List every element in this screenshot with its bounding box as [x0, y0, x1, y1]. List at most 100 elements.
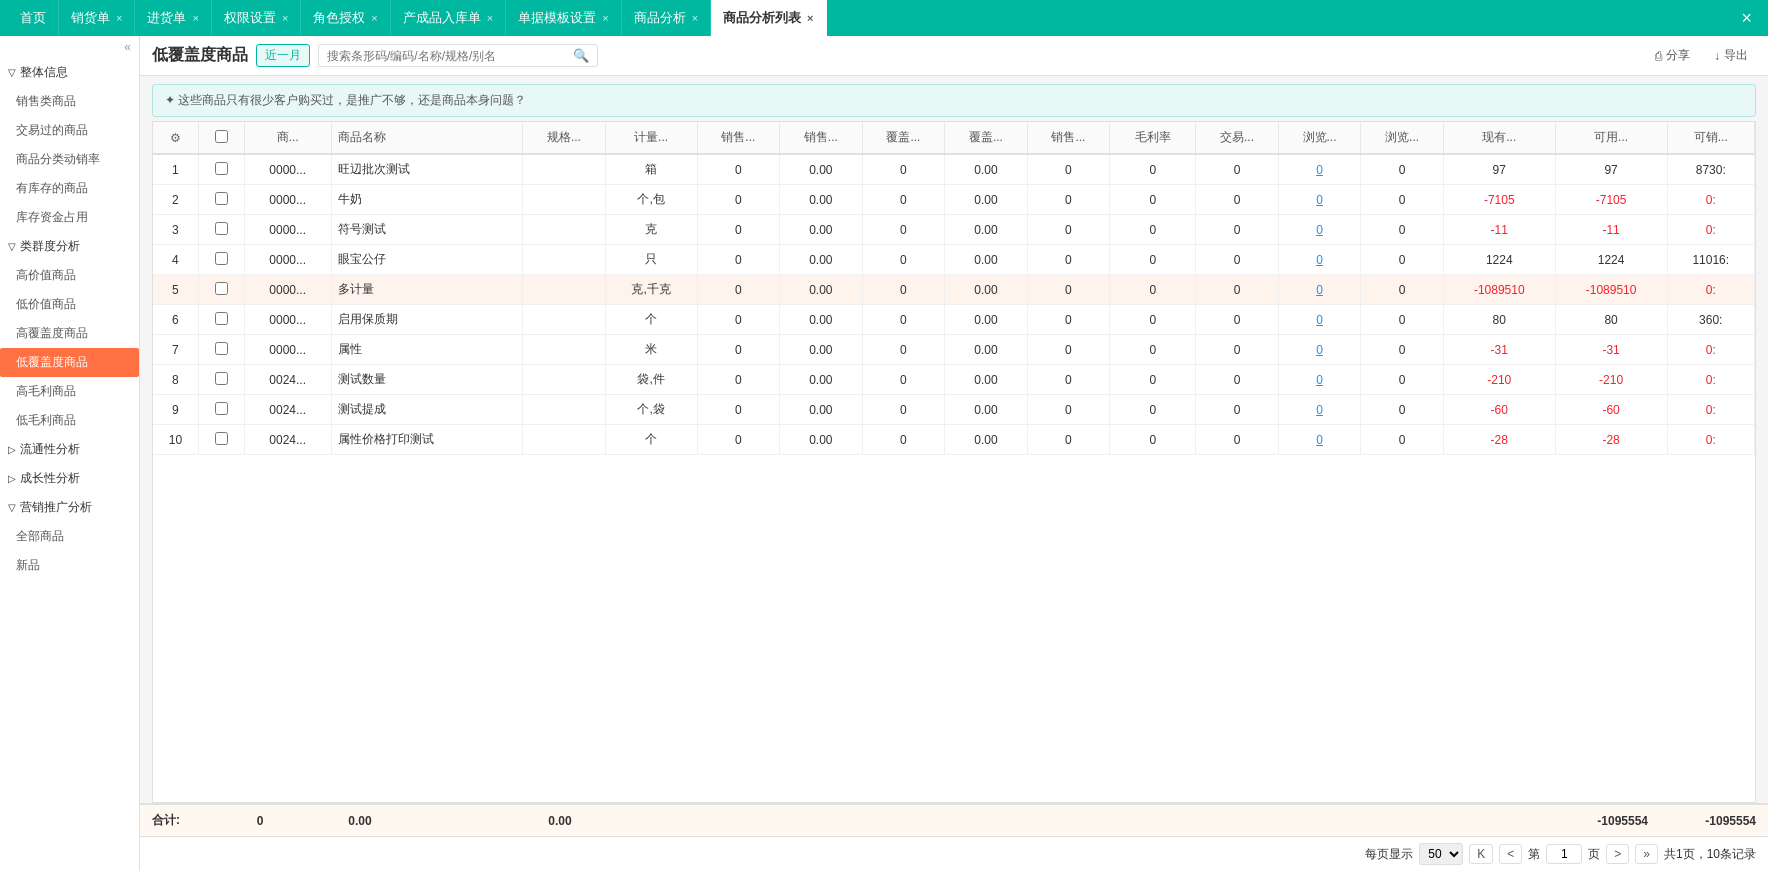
filter-period-button[interactable]: 近一月	[256, 44, 310, 67]
sidebar-item-low-coverage[interactable]: 低覆盖度商品	[0, 348, 139, 377]
cell-checkbox[interactable]	[198, 215, 244, 245]
page-number-input[interactable]	[1546, 844, 1582, 864]
next-page-button[interactable]: >	[1606, 844, 1629, 864]
sidebar-section-growth[interactable]: ▷ 成长性分析	[0, 464, 139, 493]
row-checkbox[interactable]	[215, 402, 228, 415]
sidebar-item-new-products[interactable]: 新品	[0, 551, 139, 580]
row-checkbox[interactable]	[215, 192, 228, 205]
sidebar-section-marketing[interactable]: ▽ 营销推广分析	[0, 493, 139, 522]
cell-browse1[interactable]: 0	[1278, 245, 1361, 275]
page-size-select[interactable]: 50	[1419, 843, 1463, 865]
row-checkbox[interactable]	[215, 252, 228, 265]
th-settings[interactable]: ⚙	[153, 122, 198, 154]
nav-sales[interactable]: 销货单 ×	[59, 0, 135, 36]
nav-finished-goods-close[interactable]: ×	[487, 12, 493, 24]
export-button[interactable]: ↓ 导出	[1706, 44, 1756, 67]
sidebar-item-high-coverage[interactable]: 高覆盖度商品	[0, 319, 139, 348]
th-browse1[interactable]: 浏览...	[1278, 122, 1361, 154]
cell-browse1[interactable]: 0	[1278, 185, 1361, 215]
row-checkbox[interactable]	[215, 372, 228, 385]
th-grossrate[interactable]: 毛利率	[1110, 122, 1196, 154]
nav-template-close[interactable]: ×	[602, 12, 608, 24]
row-checkbox[interactable]	[215, 312, 228, 325]
sidebar-item-category-turnover[interactable]: 商品分类动销率	[0, 145, 139, 174]
row-checkbox[interactable]	[215, 162, 228, 175]
sidebar-section-liquidity[interactable]: ▷ 流通性分析	[0, 435, 139, 464]
sidebar-item-all-products[interactable]: 全部商品	[0, 522, 139, 551]
th-checkbox[interactable]	[198, 122, 244, 154]
cell-browse1[interactable]: 0	[1278, 154, 1361, 185]
sidebar-item-low-margin[interactable]: 低毛利商品	[0, 406, 139, 435]
th-current[interactable]: 现有...	[1443, 122, 1555, 154]
nav-sales-close[interactable]: ×	[116, 12, 122, 24]
cell-transaction: 0	[1196, 305, 1279, 335]
cell-browse1[interactable]: 0	[1278, 335, 1361, 365]
sidebar-section-cluster[interactable]: ▽ 类群度分析	[0, 232, 139, 261]
sidebar-section-general[interactable]: ▽ 整体信息	[0, 58, 139, 87]
nav-home[interactable]: 首页	[8, 0, 59, 36]
nav-roles-close[interactable]: ×	[371, 12, 377, 24]
nav-purchase-close[interactable]: ×	[192, 12, 198, 24]
nav-permissions-close[interactable]: ×	[282, 12, 288, 24]
nav-analysis-list-close[interactable]: ×	[807, 12, 813, 24]
th-available[interactable]: 可用...	[1555, 122, 1667, 154]
prev-page-button[interactable]: <	[1499, 844, 1522, 864]
sidebar-item-high-margin[interactable]: 高毛利商品	[0, 377, 139, 406]
first-page-button[interactable]: K	[1469, 844, 1493, 864]
share-button[interactable]: ⎙ 分享	[1647, 44, 1698, 67]
th-sales1[interactable]: 销售...	[697, 122, 780, 154]
th-unit[interactable]: 计量...	[605, 122, 697, 154]
cell-checkbox[interactable]	[198, 154, 244, 185]
cell-checkbox[interactable]	[198, 425, 244, 455]
cell-checkbox[interactable]	[198, 395, 244, 425]
nav-purchase[interactable]: 进货单 ×	[135, 0, 211, 36]
th-sales2[interactable]: 销售...	[780, 122, 863, 154]
nav-product-analysis[interactable]: 商品分析 ×	[622, 0, 711, 36]
cell-browse1[interactable]: 0	[1278, 425, 1361, 455]
row-checkbox[interactable]	[215, 432, 228, 445]
nav-analysis-close[interactable]: ×	[692, 12, 698, 24]
row-checkbox[interactable]	[215, 282, 228, 295]
row-checkbox[interactable]	[215, 342, 228, 355]
th-cov2[interactable]: 覆盖...	[945, 122, 1028, 154]
cell-checkbox[interactable]	[198, 365, 244, 395]
cell-browse1[interactable]: 0	[1278, 215, 1361, 245]
cell-checkbox[interactable]	[198, 185, 244, 215]
table-container[interactable]: ⚙ 商... 商品名称 规格... 计量... 销售... 销售... 覆盖..…	[152, 121, 1756, 803]
cell-browse1[interactable]: 0	[1278, 305, 1361, 335]
nav-roles[interactable]: 角色授权 ×	[301, 0, 390, 36]
nav-template-settings[interactable]: 单据模板设置 ×	[506, 0, 621, 36]
cell-checkbox[interactable]	[198, 335, 244, 365]
th-spec[interactable]: 规格...	[523, 122, 606, 154]
sidebar-item-in-stock[interactable]: 有库存的商品	[0, 174, 139, 203]
last-page-button[interactable]: »	[1635, 844, 1658, 864]
th-transaction[interactable]: 交易...	[1196, 122, 1279, 154]
cell-browse1[interactable]: 0	[1278, 275, 1361, 305]
th-browse2[interactable]: 浏览...	[1361, 122, 1444, 154]
th-name[interactable]: 商品名称	[331, 122, 522, 154]
sidebar-item-traded-products[interactable]: 交易过的商品	[0, 116, 139, 145]
cell-cov2: 0.00	[945, 395, 1028, 425]
sidebar-item-high-value[interactable]: 高价值商品	[0, 261, 139, 290]
cell-browse1[interactable]: 0	[1278, 365, 1361, 395]
cell-browse1[interactable]: 0	[1278, 395, 1361, 425]
th-salesamt[interactable]: 销售...	[1027, 122, 1110, 154]
nav-product-analysis-list[interactable]: 商品分析列表 ×	[711, 0, 826, 36]
th-cov1[interactable]: 覆盖...	[862, 122, 945, 154]
th-sellable[interactable]: 可销...	[1667, 122, 1754, 154]
sidebar-item-stock-value[interactable]: 库存资金占用	[0, 203, 139, 232]
row-checkbox[interactable]	[215, 222, 228, 235]
sidebar-collapse-button[interactable]: «	[0, 36, 139, 58]
sidebar-item-sales-products[interactable]: 销售类商品	[0, 87, 139, 116]
nav-permissions[interactable]: 权限设置 ×	[212, 0, 301, 36]
close-all-button[interactable]: ×	[1733, 8, 1760, 29]
search-input[interactable]	[327, 49, 569, 63]
settings-icon[interactable]: ⚙	[170, 131, 181, 145]
cell-checkbox[interactable]	[198, 275, 244, 305]
cell-checkbox[interactable]	[198, 305, 244, 335]
select-all-checkbox[interactable]	[215, 130, 228, 143]
sidebar-item-low-value[interactable]: 低价值商品	[0, 290, 139, 319]
nav-finished-goods[interactable]: 产成品入库单 ×	[391, 0, 506, 36]
th-code[interactable]: 商...	[244, 122, 331, 154]
cell-checkbox[interactable]	[198, 245, 244, 275]
